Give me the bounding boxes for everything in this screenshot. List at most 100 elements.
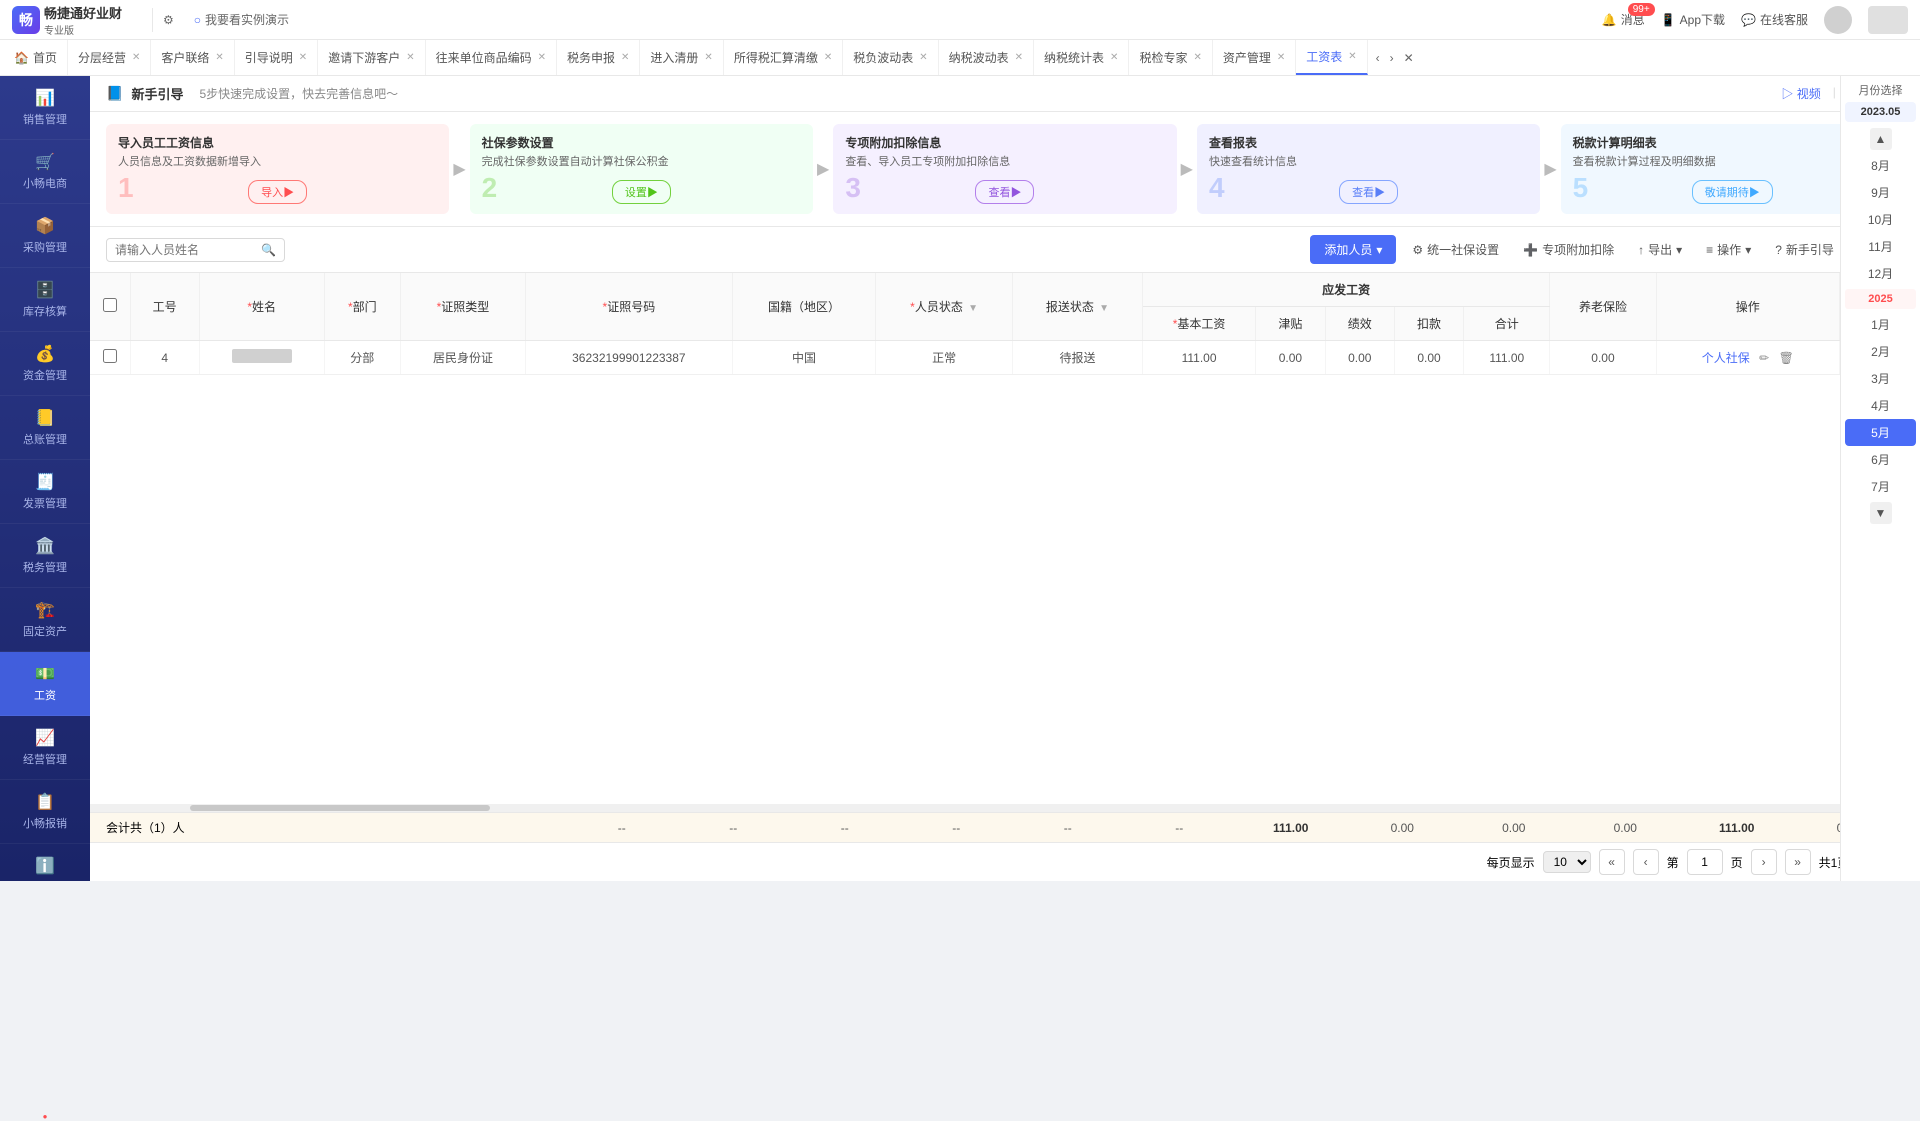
footer-cells: -- -- -- -- -- -- 111.00 0.00 0.00 0.00 … [566,821,1904,835]
edit-icon[interactable]: ✏ [1759,351,1769,365]
scroll-thumb[interactable] [190,805,490,811]
tab-13[interactable]: 资产管理 ✕ [1213,40,1296,75]
user-avatar[interactable] [1824,6,1852,34]
ecommerce-icon: 🛒 [35,152,55,172]
operations-btn[interactable]: ≡ 操作 ▾ [1698,237,1759,262]
tab-2[interactable]: 客户联络 ✕ [151,40,234,75]
month-scroll-up-btn[interactable]: ▲ [1870,128,1892,150]
step-3-btn[interactable]: 查看▶ [975,180,1034,204]
month-item-5[interactable]: 5月 [1845,419,1916,446]
tab-5[interactable]: 往来单位商品编码 ✕ [426,40,557,75]
step-5-btn[interactable]: 敬请期待▶ [1692,180,1773,204]
month-item-11[interactable]: 11月 [1845,233,1916,260]
step-2-btn[interactable]: 设置▶ [612,180,671,204]
tab-close-6[interactable]: ✕ [621,52,629,63]
sidebar-item-inventory[interactable]: 🗄️ 库存核算 [0,268,90,332]
month-item-12[interactable]: 12月 [1845,260,1916,287]
app-download-btn[interactable]: 📱 App下载 [1661,11,1725,28]
nav-prev-arrow[interactable]: ‹ [1372,49,1384,67]
month-item-7[interactable]: 7月 [1845,473,1916,500]
month-item-10[interactable]: 10月 [1845,206,1916,233]
sidebar-item-sales[interactable]: 📊 销售管理 [0,76,90,140]
tab-1[interactable]: 分层经营 ✕ [68,40,151,75]
tab-close-11[interactable]: ✕ [1110,52,1118,63]
sidebar-item-finance[interactable]: 💰 资金管理 [0,332,90,396]
tab-6[interactable]: 税务申报 ✕ [557,40,640,75]
page-input[interactable] [1687,849,1723,875]
tab-close-13[interactable]: ✕ [1277,52,1285,63]
export-btn[interactable]: ↑ 导出 ▾ [1630,237,1690,262]
tab-11[interactable]: 纳税统计表 ✕ [1034,40,1129,75]
personal-social-btn[interactable]: 个人社保 [1702,351,1750,365]
nav-close-all[interactable]: ✕ [1400,49,1418,67]
tab-wage[interactable]: 工资表 ✕ [1296,40,1367,75]
sidebar-item-wage[interactable]: 💵 工资 [0,652,90,716]
month-scroll-down-btn[interactable]: ▼ [1870,502,1892,524]
notification-btn[interactable]: 🔔 消息 99+ [1602,11,1645,28]
sidebar-item-invoice[interactable]: 🧾 发票管理 [0,460,90,524]
month-item-3[interactable]: 3月 [1845,365,1916,392]
user-name-btn[interactable] [1868,6,1908,34]
sidebar-item-basic-info[interactable]: ℹ️ 基础信息 [0,844,90,881]
tab-9[interactable]: 税负波动表 ✕ [843,40,938,75]
tab-3[interactable]: 引导说明 ✕ [235,40,318,75]
month-item-8[interactable]: 8月 [1845,152,1916,179]
tab-close-1[interactable]: ✕ [132,52,140,63]
month-item-6[interactable]: 6月 [1845,446,1916,473]
settings-btn[interactable]: ⚙ [163,13,174,27]
tab-8[interactable]: 所得税汇算清缴 ✕ [724,40,843,75]
month-item-4[interactable]: 4月 [1845,392,1916,419]
month-item-1[interactable]: 1月 [1845,311,1916,338]
sidebar-item-assets[interactable]: 🏗️ 固定资产 [0,588,90,652]
tab-close-4[interactable]: ✕ [406,52,414,63]
tab-close-2[interactable]: ✕ [215,52,223,63]
report-filter-icon[interactable]: ▼ [1099,303,1109,314]
new-guide-btn[interactable]: ? 新手引导 [1767,237,1842,262]
guide-video-link[interactable]: ▷ 视频 [1781,85,1820,102]
search-input[interactable] [115,243,255,257]
unified-social-btn[interactable]: ⚙ 统一社保设置 [1404,237,1507,262]
first-page-btn[interactable]: « [1599,849,1625,875]
status-filter-icon[interactable]: ▼ [968,303,978,314]
add-person-btn[interactable]: 添加人员 ▾ [1310,235,1396,264]
tab-close-8[interactable]: ✕ [824,52,832,63]
tab-close-7[interactable]: ✕ [704,52,712,63]
sidebar-item-ecommerce[interactable]: 🛒 小畅电商 [0,140,90,204]
select-all-checkbox[interactable] [103,298,117,312]
horizontal-scrollbar[interactable] [90,804,1920,812]
tab-close-12[interactable]: ✕ [1193,52,1201,63]
row-checkbox[interactable] [103,349,117,363]
prev-page-btn[interactable]: ‹ [1633,849,1659,875]
step-4-btn[interactable]: 查看▶ [1339,180,1398,204]
tab-close-10[interactable]: ✕ [1015,52,1023,63]
step-2-title: 社保参数设置 [482,134,801,151]
page-size-select[interactable]: 10 20 50 [1543,851,1591,873]
tab-7[interactable]: 进入清册 ✕ [640,40,723,75]
step-1-btn[interactable]: 导入▶ [248,180,307,204]
sidebar-item-expense[interactable]: 📋 小畅报销 [0,780,90,844]
sidebar-item-ledger[interactable]: 📒 总账管理 [0,396,90,460]
tab-close-5[interactable]: ✕ [538,52,546,63]
sidebar-label-ledger: 总账管理 [23,431,67,447]
tab-close-9[interactable]: ✕ [919,52,927,63]
tab-close-wage[interactable]: ✕ [1348,51,1356,62]
demo-btn[interactable]: ○ 我要看实例演示 [194,11,289,28]
tab-4[interactable]: 邀请下游客户 ✕ [318,40,425,75]
sidebar-item-purchase[interactable]: 📦 采购管理 [0,204,90,268]
special-deduction-btn[interactable]: ➕ 专项附加扣除 [1515,237,1622,262]
month-item-2[interactable]: 2月 [1845,338,1916,365]
nav-next-arrow[interactable]: › [1386,49,1398,67]
tab-10[interactable]: 纳税波动表 ✕ [939,40,1034,75]
tab-12[interactable]: 税检专家 ✕ [1129,40,1212,75]
delete-icon[interactable]: 🗑 [1779,351,1794,365]
home-icon: 🏠 [14,51,29,65]
last-page-btn[interactable]: » [1785,849,1811,875]
search-icon[interactable]: 🔍 [261,243,276,257]
tab-home[interactable]: 🏠 首页 [4,40,68,75]
online-service-btn[interactable]: 💬 在线客服 [1741,11,1808,28]
tab-close-3[interactable]: ✕ [299,52,307,63]
next-page-btn[interactable]: › [1751,849,1777,875]
month-item-9[interactable]: 9月 [1845,179,1916,206]
sidebar-item-tax[interactable]: 🏛️ 税务管理 [0,524,90,588]
sidebar-item-operations[interactable]: 📈 经营管理 [0,716,90,780]
